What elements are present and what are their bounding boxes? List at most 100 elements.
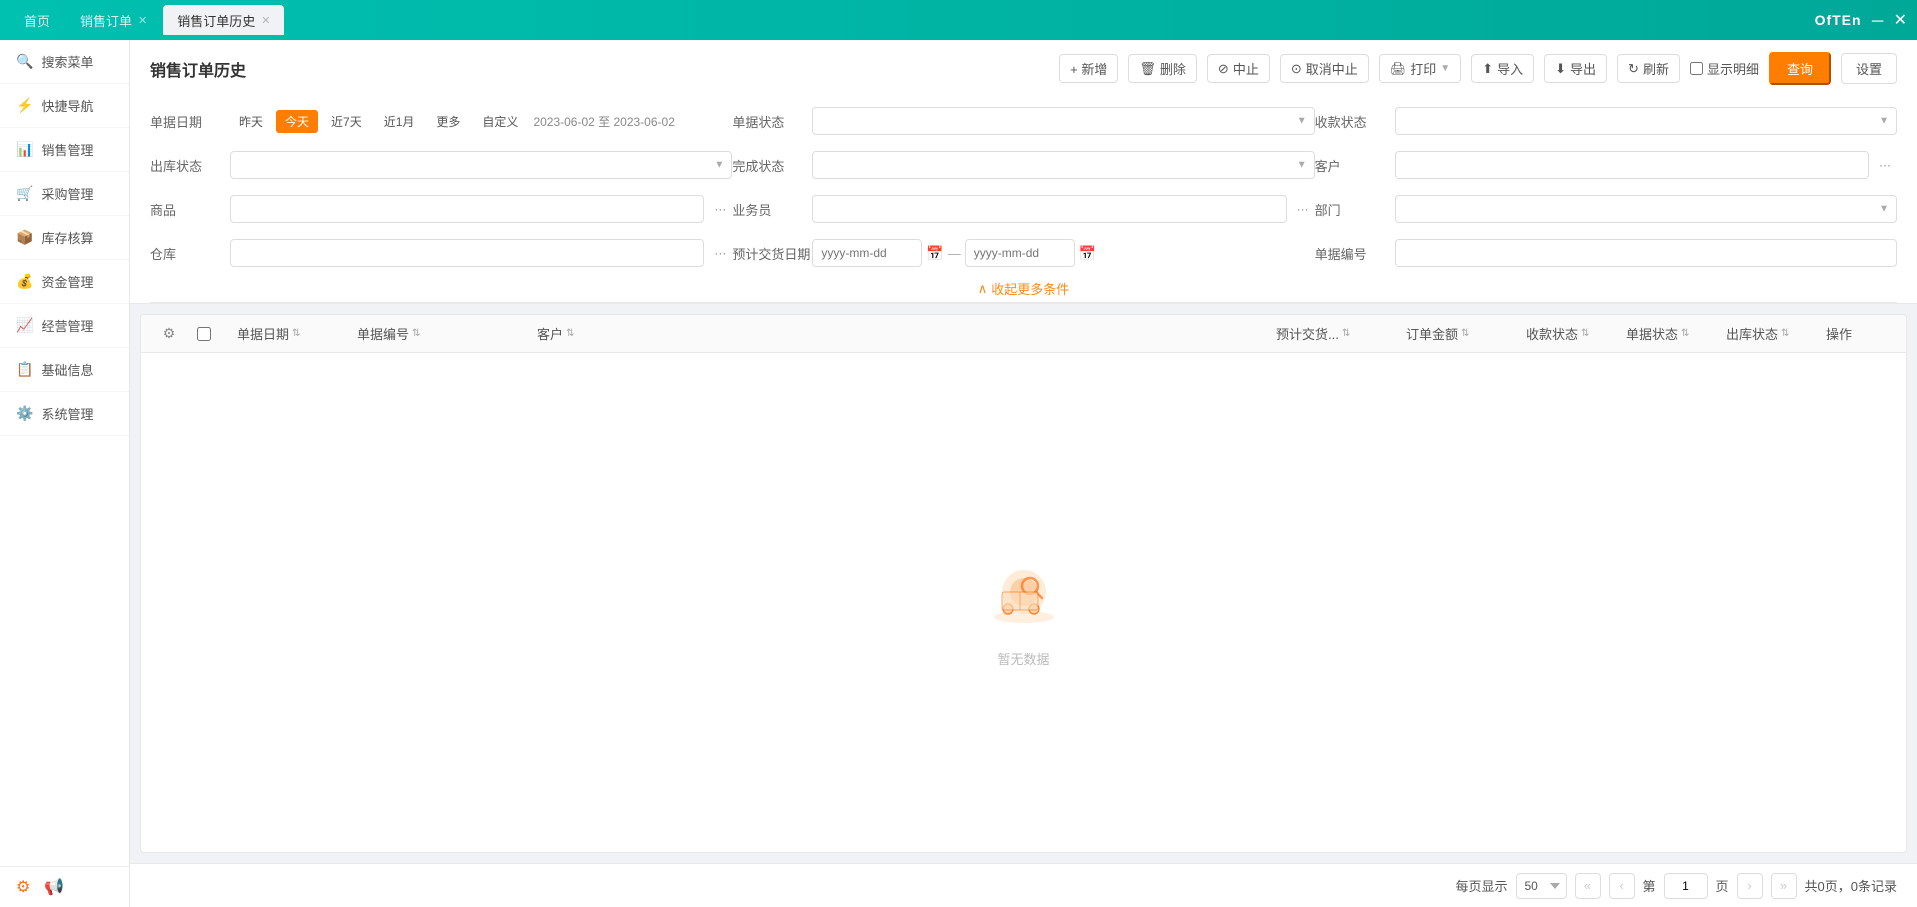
warehouse-more-btn[interactable]: ··· (708, 244, 732, 262)
outbound-status-select[interactable] (230, 151, 732, 179)
sidebar-settings-icon[interactable]: ⚙ (16, 877, 30, 897)
next-page-button[interactable]: › (1737, 873, 1763, 899)
sidebar-item-ops-mgmt[interactable]: 📈 经营管理 (0, 304, 129, 348)
col-amount-sort-icon[interactable]: ⇅ (1461, 328, 1469, 339)
page-unit: 页 (1716, 876, 1729, 895)
per-page-select[interactable]: 50 20 100 200 (1516, 873, 1567, 899)
delivery-date-start[interactable] (812, 239, 922, 267)
col-status-sort-icon[interactable]: ⇅ (1681, 328, 1689, 339)
query-button[interactable]: 查询 (1769, 52, 1831, 85)
settings-button[interactable]: 设置 (1841, 53, 1897, 84)
customer-more-btn[interactable]: ··· (1873, 156, 1897, 174)
shortcut-more[interactable]: 更多 (427, 110, 469, 133)
order-no-label: 单据编号 (1315, 244, 1395, 263)
sidebar-speaker-icon[interactable]: 📢 (44, 877, 64, 897)
th-action: 操作 (1818, 324, 1898, 343)
delivery-date-end[interactable] (965, 239, 1075, 267)
refresh-button[interactable]: ↻ 刷新 (1617, 54, 1680, 83)
tab-sales-order-history[interactable]: 销售订单历史 ✕ (163, 5, 284, 35)
display-detail-checkbox[interactable] (1690, 62, 1703, 75)
filter-warehouse: 仓库 ··· (150, 235, 732, 271)
stop-button[interactable]: ⊘ 中止 (1207, 54, 1270, 83)
page-label: 第 (1643, 876, 1656, 895)
content-area: 销售订单历史 + 新增 🗑 删除 ⊘ 中止 ⊙ 取消中止 (130, 40, 1917, 907)
tab-sales-order-label: 销售订单 (80, 11, 132, 30)
department-select[interactable] (1395, 195, 1897, 223)
sidebar-item-system-mgmt[interactable]: ⚙️ 系统管理 (0, 392, 129, 436)
quick-nav-icon: ⚡ (16, 97, 33, 114)
delete-button[interactable]: 🗑 删除 (1128, 54, 1197, 83)
sidebar-item-search-menu-label: 搜索菜单 (41, 52, 93, 71)
sidebar-bottom: ⚙ 📢 (0, 866, 129, 907)
cancel-stop-button[interactable]: ⊙ 取消中止 (1280, 54, 1369, 83)
page-input[interactable] (1664, 873, 1708, 899)
salesperson-input[interactable] (812, 195, 1286, 223)
delivery-date-end-calendar-icon[interactable]: 📅 (1079, 245, 1096, 262)
col-outbound-sort-icon[interactable]: ⇅ (1781, 328, 1789, 339)
salesperson-more-btn[interactable]: ··· (1291, 200, 1315, 218)
order-no-input[interactable] (1395, 239, 1897, 267)
prev-page-button[interactable]: ‹ (1609, 873, 1635, 899)
th-date: 单据日期 ⇅ (229, 324, 349, 343)
window-close[interactable]: ✕ (1894, 10, 1907, 30)
customer-input[interactable] (1395, 151, 1869, 179)
receipt-status-select[interactable] (1395, 107, 1897, 135)
collapse-row[interactable]: ∧ 收起更多条件 (150, 275, 1897, 302)
filter-date: 单据日期 昨天 今天 近7天 近1月 更多 自定义 2023-06-02 至 2… (150, 103, 732, 139)
page-header: 销售订单历史 + 新增 🗑 删除 ⊘ 中止 ⊙ 取消中止 (130, 40, 1917, 304)
shortcut-yesterday[interactable]: 昨天 (230, 110, 272, 133)
shortcut-custom[interactable]: 自定义 (473, 110, 527, 133)
tab-home-label: 首页 (24, 11, 50, 30)
toolbar: + 新增 🗑 删除 ⊘ 中止 ⊙ 取消中止 🖨 (1059, 52, 1897, 85)
date-filter-value: 昨天 今天 近7天 近1月 更多 自定义 2023-06-02 至 2023-0… (230, 110, 732, 133)
sidebar-item-quick-nav[interactable]: ⚡ 快捷导航 (0, 84, 129, 128)
sidebar-item-capital-mgmt[interactable]: 💰 资金管理 (0, 260, 129, 304)
last-page-button[interactable]: » (1771, 873, 1797, 899)
col-customer-sort-icon[interactable]: ⇅ (566, 328, 574, 339)
product-more-btn[interactable]: ··· (708, 200, 732, 218)
display-detail-toggle[interactable]: 显示明细 (1690, 59, 1759, 78)
th-checkbox[interactable] (189, 327, 229, 341)
tab-sales-order[interactable]: 销售订单 ✕ (66, 5, 161, 35)
export-button[interactable]: ⬇ 导出 (1544, 54, 1607, 83)
order-status-label: 单据状态 (732, 112, 812, 131)
tab-sales-order-close[interactable]: ✕ (138, 14, 147, 27)
col-date-sort-icon[interactable]: ⇅ (292, 328, 300, 339)
col-action-label: 操作 (1826, 324, 1852, 343)
tab-sales-order-history-close[interactable]: ✕ (261, 14, 270, 27)
import-button[interactable]: ⬆ 导入 (1471, 54, 1534, 83)
product-label: 商品 (150, 200, 230, 219)
new-button[interactable]: + 新增 (1059, 54, 1118, 83)
filter-customer: 客户 ··· (1315, 147, 1897, 183)
order-status-select[interactable] (812, 107, 1314, 135)
sidebar-item-purchase-mgmt[interactable]: 🛒 采购管理 (0, 172, 129, 216)
first-page-button[interactable]: « (1575, 873, 1601, 899)
col-date-label: 单据日期 (237, 324, 289, 343)
col-no-label: 单据编号 (357, 324, 409, 343)
column-settings-icon[interactable]: ⚙ (163, 325, 176, 342)
col-delivery-sort-icon[interactable]: ⇅ (1342, 328, 1350, 339)
window-minimize[interactable]: － (1870, 8, 1886, 32)
first-page-icon: « (1584, 878, 1591, 893)
product-input[interactable] (230, 195, 704, 223)
sidebar-item-basic-info[interactable]: 📋 基础信息 (0, 348, 129, 392)
filter-department: 部门 ▼ (1315, 191, 1897, 227)
shortcut-1month[interactable]: 近1月 (375, 110, 424, 133)
sidebar-item-sales-mgmt[interactable]: 📊 销售管理 (0, 128, 129, 172)
sidebar-item-inventory-calc[interactable]: 📦 库存核算 (0, 216, 129, 260)
col-no-sort-icon[interactable]: ⇅ (412, 328, 420, 339)
shortcut-today[interactable]: 今天 (276, 110, 318, 133)
tab-home[interactable]: 首页 (10, 5, 64, 35)
print-button[interactable]: 🖨 打印 ▼ (1379, 54, 1461, 83)
delivery-date-start-calendar-icon[interactable]: 📅 (926, 245, 943, 262)
warehouse-input[interactable] (230, 239, 704, 267)
th-setting[interactable]: ⚙ (149, 325, 189, 342)
completion-status-select[interactable] (812, 151, 1314, 179)
select-all-checkbox[interactable] (197, 327, 211, 341)
shortcut-7days[interactable]: 近7天 (322, 110, 371, 133)
sidebar-item-search-menu[interactable]: 🔍 搜索菜单 (0, 40, 129, 84)
col-receipt-sort-icon[interactable]: ⇅ (1581, 328, 1589, 339)
sales-mgmt-icon: 📊 (16, 141, 33, 158)
empty-illustration (974, 537, 1074, 637)
ops-mgmt-icon: 📈 (16, 317, 33, 334)
